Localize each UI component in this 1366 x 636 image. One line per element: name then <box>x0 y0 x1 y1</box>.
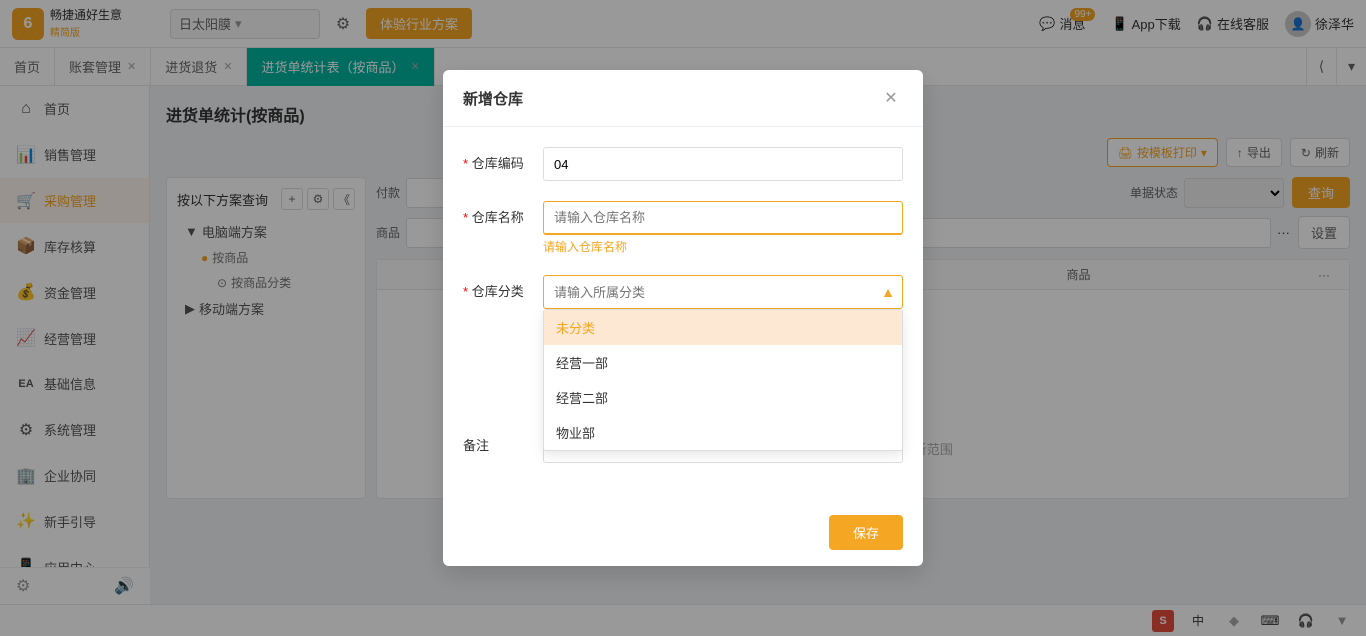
category-label: * 仓库分类 <box>463 275 543 300</box>
code-label: * 仓库编码 <box>463 147 543 172</box>
dropdown-item-property[interactable]: 物业部 <box>544 415 902 450</box>
remark-label: 备注 <box>463 429 543 454</box>
name-label: * 仓库名称 <box>463 201 543 226</box>
warehouse-category-input[interactable] <box>543 275 903 309</box>
category-dropdown: 未分类 经营一部 经营二部 物业部 <box>543 309 903 451</box>
form-code-row: * 仓库编码 <box>463 147 903 181</box>
name-required-star: * <box>463 210 468 225</box>
form-category-row: * 仓库分类 ▲ 未分类 经营一部 <box>463 275 903 309</box>
warehouse-name-input[interactable] <box>543 201 903 235</box>
dropdown-item-uncategorized[interactable]: 未分类 <box>544 310 902 345</box>
save-button[interactable]: 保存 <box>829 515 903 550</box>
property-label: 物业部 <box>556 426 595 441</box>
code-control <box>543 147 903 181</box>
code-required-star: * <box>463 156 468 171</box>
dropdown-item-dept1[interactable]: 经营一部 <box>544 345 902 380</box>
dept1-label: 经营一部 <box>556 356 608 371</box>
modal-close-button[interactable]: ✕ <box>879 86 903 110</box>
dept2-label: 经营二部 <box>556 391 608 406</box>
category-control: ▲ 未分类 经营一部 经营二部 物业部 <box>543 275 903 309</box>
warehouse-code-input[interactable] <box>543 147 903 181</box>
chevron-up-icon[interactable]: ▲ <box>881 284 895 300</box>
dropdown-item-dept2[interactable]: 经营二部 <box>544 380 902 415</box>
name-error-message: 请输入仓库名称 <box>543 238 903 255</box>
modal-footer: 保存 <box>443 503 923 566</box>
category-required-star: * <box>463 284 468 299</box>
uncategorized-label: 未分类 <box>556 321 595 336</box>
name-control: 请输入仓库名称 <box>543 201 903 255</box>
modal-overlay[interactable]: 新增仓库 ✕ * 仓库编码 * 仓库名称 <box>0 0 1366 636</box>
category-input-wrapper: ▲ <box>543 275 903 309</box>
form-name-row: * 仓库名称 请输入仓库名称 <box>463 201 903 255</box>
modal-body: * 仓库编码 * 仓库名称 请输入仓库名称 <box>443 127 923 503</box>
add-warehouse-modal: 新增仓库 ✕ * 仓库编码 * 仓库名称 <box>443 70 923 566</box>
modal-header: 新增仓库 ✕ <box>443 70 923 127</box>
modal-title: 新增仓库 <box>463 88 523 109</box>
